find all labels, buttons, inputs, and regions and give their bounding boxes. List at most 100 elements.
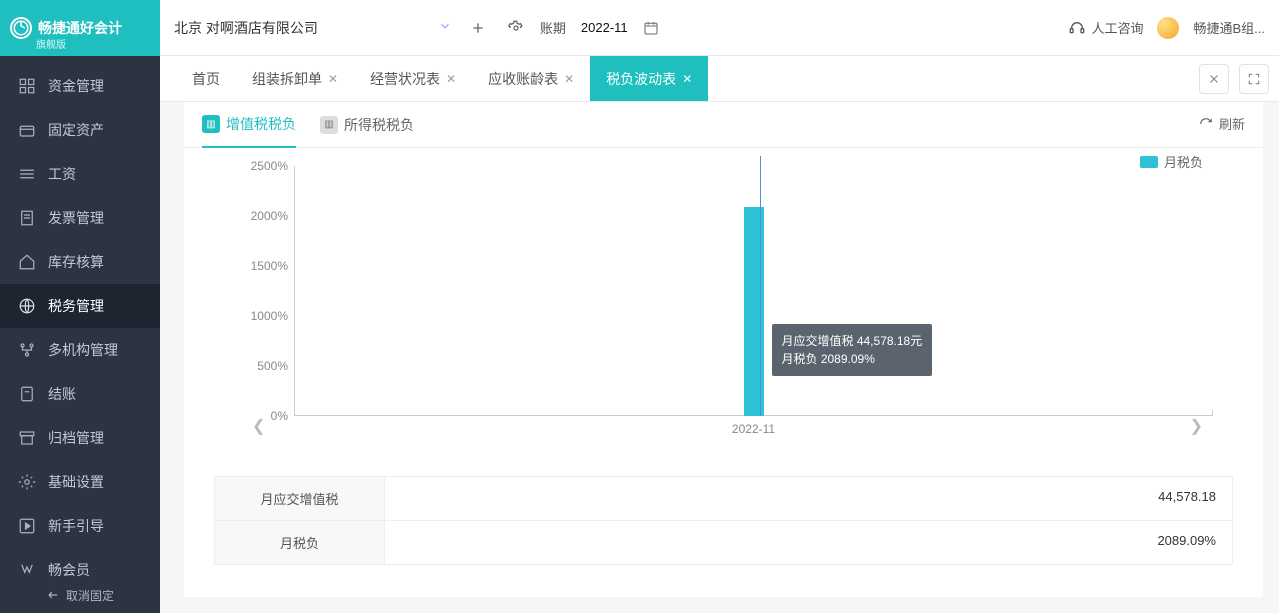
chart: 月税负 0%500%1000%1500%2000%2500% ❮ ❯ 2022-… xyxy=(184,148,1263,446)
tax-panel: ▥增值税税负▥所得税税负 刷新 月税负 0%500%1000%1500%2000… xyxy=(184,102,1263,597)
fullscreen-button[interactable] xyxy=(1239,64,1269,94)
globe-icon xyxy=(18,297,36,315)
settings-button[interactable] xyxy=(504,16,528,40)
tab-label: 组装拆卸单 xyxy=(252,69,322,89)
home-icon xyxy=(18,253,36,271)
y-tick: 2500% xyxy=(242,159,288,173)
sidebar-item-label: 库存核算 xyxy=(48,252,104,272)
subtab-label: 所得税税负 xyxy=(344,115,414,135)
sidebar-item-label: 归档管理 xyxy=(48,428,104,448)
sidebar-item-label: 基础设置 xyxy=(48,472,104,492)
subtab-0[interactable]: ▥ 增值税税负 xyxy=(202,114,296,148)
refresh-label: 刷新 xyxy=(1219,114,1245,133)
tab-1[interactable]: 组装拆卸单 ✕ xyxy=(236,56,354,101)
close-tab-button[interactable] xyxy=(1199,64,1229,94)
tab-2[interactable]: 经营状况表 ✕ xyxy=(354,56,472,101)
x-tick: 2022-11 xyxy=(732,422,775,436)
sidebar-pin-label: 取消固定 xyxy=(66,587,114,604)
tooltip-line2: 月税负 2089.09% xyxy=(782,350,923,368)
y-tick: 2000% xyxy=(242,209,288,223)
support-label: 人工咨询 xyxy=(1091,18,1143,37)
sidebar-pin-toggle[interactable]: 取消固定 xyxy=(0,577,160,613)
user-name[interactable]: 畅捷通B组... xyxy=(1193,18,1265,37)
grid-icon xyxy=(18,77,36,95)
file-icon xyxy=(18,385,36,403)
archive-icon xyxy=(18,429,36,447)
chart-tooltip: 月应交增值税 44,578.18元月税负 2089.09% xyxy=(772,324,933,376)
sidebar-item-0[interactable]: 资金管理 xyxy=(0,64,160,108)
sidebar-item-4[interactable]: 库存核算 xyxy=(0,240,160,284)
company-name: 北京 对啊酒店有限公司 xyxy=(174,18,318,38)
avatar[interactable] xyxy=(1157,17,1179,39)
layers-icon xyxy=(18,165,36,183)
brand-logo: 畅捷通好会计 旗舰版 xyxy=(0,0,160,56)
subtab-1[interactable]: ▥ 所得税税负 xyxy=(320,114,414,147)
refresh-button[interactable]: 刷新 xyxy=(1199,114,1245,133)
brand-name: 畅捷通好会计 xyxy=(38,18,122,38)
box-icon xyxy=(18,121,36,139)
tab-close-icon[interactable]: ✕ xyxy=(328,72,338,86)
sidebar-item-label: 结账 xyxy=(48,384,76,404)
sidebar-item-label: 固定资产 xyxy=(48,120,104,140)
sidebar-item-2[interactable]: 工资 xyxy=(0,152,160,196)
subtab-label: 增值税税负 xyxy=(226,114,296,134)
period-label: 账期 xyxy=(540,18,566,37)
tab-label: 税负波动表 xyxy=(606,69,676,89)
subtab-badge-icon: ▥ xyxy=(202,115,220,133)
play-icon xyxy=(18,517,36,535)
tab-close-icon[interactable]: ✕ xyxy=(682,72,692,86)
tab-close-icon[interactable]: ✕ xyxy=(446,72,456,86)
sidebar-item-10[interactable]: 新手引导 xyxy=(0,504,160,548)
sidebar-item-label: 多机构管理 xyxy=(48,340,118,360)
table-row-label: 月应交增值税 xyxy=(215,477,385,520)
sidebar-item-5[interactable]: 税务管理 xyxy=(0,284,160,328)
tab-close-icon[interactable]: ✕ xyxy=(564,72,574,86)
y-tick: 1500% xyxy=(242,259,288,273)
period-picker[interactable]: 2022-11 xyxy=(574,17,635,38)
table-row-value: 2089.09% xyxy=(385,521,1232,564)
summary-table: 月应交增值税44,578.18月税负2089.09% xyxy=(214,476,1233,565)
topbar: 北京 对啊酒店有限公司 账期 2022-11 人工咨询 畅捷通B组... xyxy=(160,0,1279,56)
company-selector[interactable]: 北京 对啊酒店有限公司 xyxy=(174,18,452,38)
support-button[interactable]: 人工咨询 xyxy=(1069,18,1143,37)
chart-bar[interactable] xyxy=(744,207,764,416)
sidebar-item-label: 工资 xyxy=(48,164,76,184)
table-row: 月税负2089.09% xyxy=(215,521,1232,564)
chart-next-button[interactable]: ❯ xyxy=(1190,416,1203,436)
content: ▥增值税税负▥所得税税负 刷新 月税负 0%500%1000%1500%2000… xyxy=(160,102,1279,613)
sidebar: 畅捷通好会计 旗舰版 资金管理固定资产工资发票管理库存核算税务管理多机构管理结账… xyxy=(0,0,160,613)
add-button[interactable] xyxy=(466,16,490,40)
x-axis-end xyxy=(1212,410,1213,416)
sidebar-item-8[interactable]: 归档管理 xyxy=(0,416,160,460)
sidebar-item-label: 资金管理 xyxy=(48,76,104,96)
y-axis-line xyxy=(294,166,295,416)
brand-edition: 旗舰版 xyxy=(36,36,66,51)
subtabs: ▥ 增值税税负 ▥ 所得税税负 刷新 xyxy=(184,102,1263,148)
y-axis: 0%500%1000%1500%2000%2500% xyxy=(242,166,294,416)
sidebar-item-label: 税务管理 xyxy=(48,296,104,316)
tab-4[interactable]: 税负波动表 ✕ xyxy=(590,56,708,101)
receipt-icon xyxy=(18,209,36,227)
sidebar-item-9[interactable]: 基础设置 xyxy=(0,460,160,504)
y-tick: 500% xyxy=(242,359,288,373)
chart-crosshair xyxy=(760,156,761,416)
sidebar-item-label: 发票管理 xyxy=(48,208,104,228)
tab-label: 经营状况表 xyxy=(370,69,440,89)
sidebar-item-6[interactable]: 多机构管理 xyxy=(0,328,160,372)
gear-icon xyxy=(18,473,36,491)
tabs: 首页 组装拆卸单 ✕ 经营状况表 ✕ 应收账龄表 ✕ 税负波动表 ✕ xyxy=(160,56,1279,102)
calendar-icon[interactable] xyxy=(639,16,663,40)
table-row: 月应交增值税44,578.18 xyxy=(215,477,1232,521)
table-row-label: 月税负 xyxy=(215,521,385,564)
tab-label: 应收账龄表 xyxy=(488,69,558,89)
chart-prev-button[interactable]: ❮ xyxy=(252,416,265,436)
tab-3[interactable]: 应收账龄表 ✕ xyxy=(472,56,590,101)
sidebar-item-1[interactable]: 固定资产 xyxy=(0,108,160,152)
sidebar-item-7[interactable]: 结账 xyxy=(0,372,160,416)
sidebar-item-3[interactable]: 发票管理 xyxy=(0,196,160,240)
sidebar-item-label: 新手引导 xyxy=(48,516,104,536)
tab-0[interactable]: 首页 xyxy=(176,56,236,101)
subtab-badge-icon: ▥ xyxy=(320,116,338,134)
brand-icon xyxy=(10,17,32,39)
tab-label: 首页 xyxy=(192,69,220,89)
